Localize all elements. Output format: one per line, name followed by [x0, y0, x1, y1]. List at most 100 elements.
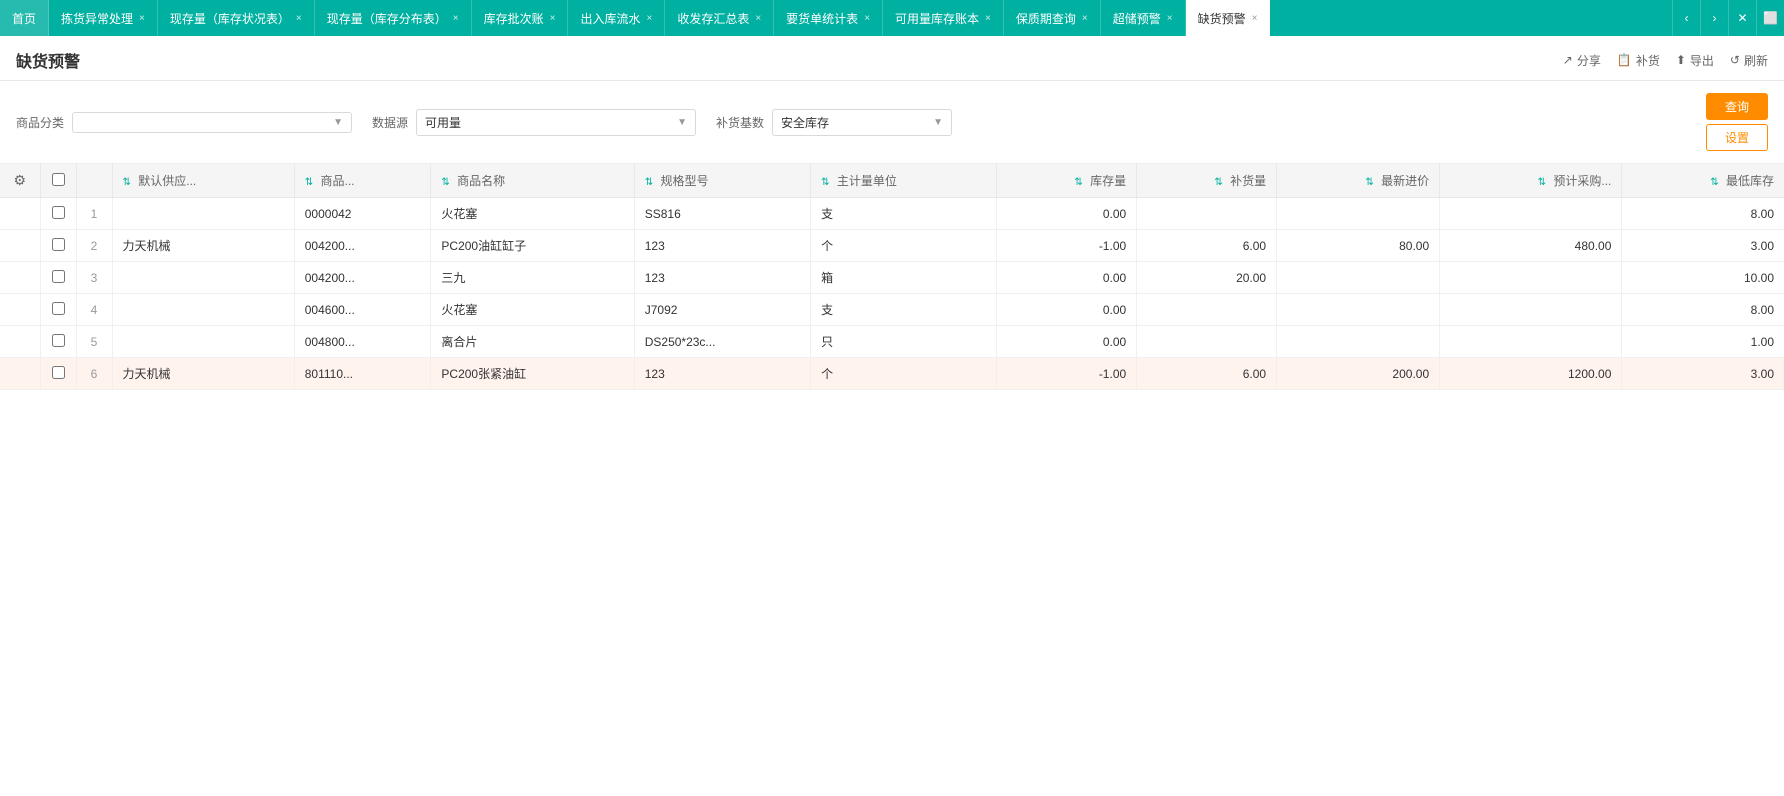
td-replenish-4: [1137, 326, 1277, 358]
tab-exception[interactable]: 拣货异常处理 ×: [49, 0, 158, 36]
th-min-stock[interactable]: ⇅ 最低库存: [1622, 164, 1784, 198]
tab-nav-buttons: ‹ › ✕ ⬜: [1672, 0, 1784, 36]
category-label: 商品分类: [16, 114, 64, 131]
tab-receive-summary[interactable]: 收发存汇总表 ×: [665, 0, 774, 36]
replenish-icon: 📋: [1617, 53, 1632, 67]
share-button[interactable]: ↗ 分享: [1563, 52, 1601, 69]
table-row: 5 004800... 离合片 DS250*23c... 只 0.00 1.00: [0, 326, 1784, 358]
td-spec-0: SS816: [634, 198, 810, 230]
table-row: 3 004200... 三九 123 箱 0.00 20.00 10.00: [0, 262, 1784, 294]
tab-close-inventory-status[interactable]: ×: [296, 13, 302, 24]
sort-icon-unit: ⇅: [821, 177, 829, 188]
td-unit-2: 箱: [811, 262, 997, 294]
category-select[interactable]: ▼: [72, 112, 352, 133]
row-checkbox-3[interactable]: [52, 302, 65, 315]
tab-close-demand-stat[interactable]: ×: [864, 13, 870, 24]
th-default-supplier[interactable]: ⇅ 默认供应...: [112, 164, 294, 198]
table-settings-icon[interactable]: ⚙: [13, 172, 26, 188]
row-checkbox-0[interactable]: [52, 206, 65, 219]
th-checkbox[interactable]: [40, 164, 76, 198]
tab-close-inventory-dist[interactable]: ×: [453, 13, 459, 24]
filter-actions: 查询 设置: [1706, 93, 1768, 151]
tab-shortage[interactable]: 缺货预警 ×: [1186, 0, 1271, 36]
th-replenish-qty[interactable]: ⇅ 补货量: [1137, 164, 1277, 198]
td-rownum-3: 4: [76, 294, 112, 326]
td-estimated-3: [1440, 294, 1622, 326]
th-unit[interactable]: ⇅ 主计量单位: [811, 164, 997, 198]
td-price-1: 80.00: [1277, 230, 1440, 262]
row-checkbox-4[interactable]: [52, 334, 65, 347]
td-price-5: 200.00: [1277, 358, 1440, 390]
th-product-code[interactable]: ⇅ 商品...: [294, 164, 431, 198]
tab-in-out-flow[interactable]: 出入库流水 ×: [568, 0, 665, 36]
select-all-checkbox[interactable]: [52, 173, 65, 186]
td-checkbox-4[interactable]: [40, 326, 76, 358]
replenish-button[interactable]: 📋 补货: [1617, 52, 1660, 69]
replenish-base-select[interactable]: 安全库存 ▼: [772, 109, 952, 136]
export-button[interactable]: ⬆ 导出: [1676, 52, 1714, 69]
td-name-5: PC200张紧油缸: [431, 358, 634, 390]
sort-icon-estimated: ⇅: [1538, 177, 1546, 188]
row-checkbox-2[interactable]: [52, 270, 65, 283]
sort-icon-code: ⇅: [305, 177, 313, 188]
td-spec-1: 123: [634, 230, 810, 262]
td-replenish-1: 6.00: [1137, 230, 1277, 262]
th-spec[interactable]: ⇅ 规格型号: [634, 164, 810, 198]
settings-button[interactable]: 设置: [1706, 124, 1768, 151]
td-estimated-4: [1440, 326, 1622, 358]
tab-inventory-status[interactable]: 现存量（库存状况表） ×: [158, 0, 315, 36]
td-unit-5: 个: [811, 358, 997, 390]
td-settings-5: [0, 358, 40, 390]
th-settings[interactable]: ⚙: [0, 164, 40, 198]
tab-close-in-out-flow[interactable]: ×: [646, 13, 652, 24]
tab-close-shortage[interactable]: ×: [1252, 13, 1258, 24]
tab-close-exception[interactable]: ×: [139, 13, 145, 24]
row-checkbox-5[interactable]: [52, 366, 65, 379]
table-header-row: ⚙ ⇅ 默认供应... ⇅ 商品... ⇅: [0, 164, 1784, 198]
replenish-base-label: 补货基数: [716, 114, 764, 131]
td-checkbox-3[interactable]: [40, 294, 76, 326]
tab-close-overstock[interactable]: ×: [1167, 13, 1173, 24]
query-button[interactable]: 查询: [1706, 93, 1768, 120]
td-code-5: 801110...: [294, 358, 431, 390]
tab-close-available-ledger[interactable]: ×: [985, 13, 991, 24]
category-filter-group: 商品分类 ▼: [16, 112, 352, 133]
th-latest-price[interactable]: ⇅ 最新进价: [1277, 164, 1440, 198]
tab-home[interactable]: 首页: [0, 0, 49, 36]
td-rownum-0: 1: [76, 198, 112, 230]
tab-close-others-button[interactable]: ✕: [1728, 0, 1756, 36]
td-spec-2: 123: [634, 262, 810, 294]
tab-overstock[interactable]: 超储预警 ×: [1101, 0, 1186, 36]
datasource-select[interactable]: 可用量 ▼: [416, 109, 696, 136]
tab-inventory-dist[interactable]: 现存量（库存分布表） ×: [315, 0, 472, 36]
td-checkbox-2[interactable]: [40, 262, 76, 294]
tab-expiry-query[interactable]: 保质期查询 ×: [1004, 0, 1101, 36]
th-product-name[interactable]: ⇅ 商品名称: [431, 164, 634, 198]
row-checkbox-1[interactable]: [52, 238, 65, 251]
tab-available-ledger[interactable]: 可用量库存账本 ×: [883, 0, 1004, 36]
replenish-base-chevron-icon: ▼: [933, 117, 943, 128]
td-checkbox-5[interactable]: [40, 358, 76, 390]
th-estimated-purchase[interactable]: ⇅ 预计采购...: [1440, 164, 1622, 198]
td-minstock-1: 3.00: [1622, 230, 1784, 262]
page-title: 缺货预警: [16, 48, 80, 72]
tab-close-batch-account[interactable]: ×: [550, 13, 556, 24]
td-unit-4: 只: [811, 326, 997, 358]
td-supplier-5: 力天机械: [112, 358, 294, 390]
tab-batch-account[interactable]: 库存批次账 ×: [472, 0, 569, 36]
td-code-4: 004800...: [294, 326, 431, 358]
tab-close-receive-summary[interactable]: ×: [755, 13, 761, 24]
td-checkbox-0[interactable]: [40, 198, 76, 230]
td-checkbox-1[interactable]: [40, 230, 76, 262]
tab-demand-stat[interactable]: 要货单统计表 ×: [774, 0, 883, 36]
tab-prev-button[interactable]: ‹: [1672, 0, 1700, 36]
refresh-button[interactable]: ↺ 刷新: [1730, 52, 1768, 69]
tab-maximize-button[interactable]: ⬜: [1756, 0, 1784, 36]
td-estimated-5: 1200.00: [1440, 358, 1622, 390]
refresh-icon: ↺: [1730, 53, 1740, 67]
tab-next-button[interactable]: ›: [1700, 0, 1728, 36]
tab-close-expiry-query[interactable]: ×: [1082, 13, 1088, 24]
td-name-3: 火花塞: [431, 294, 634, 326]
th-stock[interactable]: ⇅ 库存量: [997, 164, 1137, 198]
sort-icon-supplier: ⇅: [123, 177, 131, 188]
